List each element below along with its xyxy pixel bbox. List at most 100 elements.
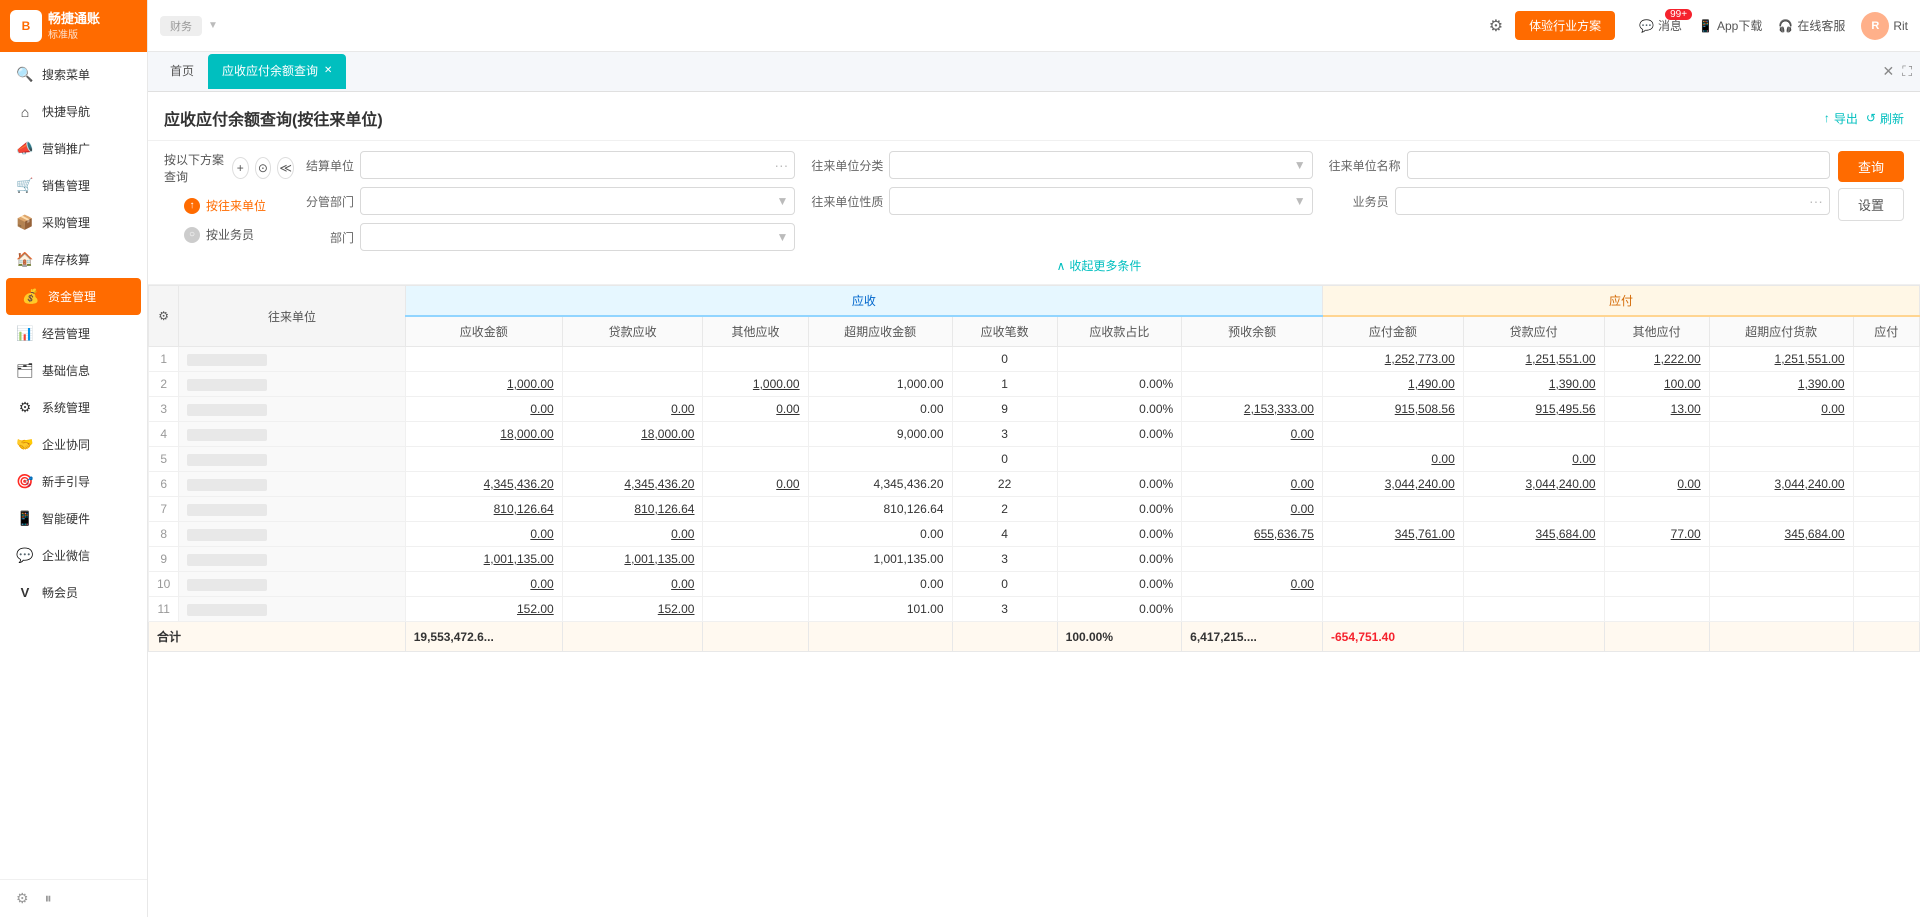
table-cell[interactable]: 0.00: [1182, 422, 1323, 447]
table-cell[interactable]: 0.00: [1604, 472, 1709, 497]
user-menu[interactable]: R Rit: [1861, 12, 1908, 40]
table-cell[interactable]: 1,390.00: [1463, 372, 1604, 397]
table-cell[interactable]: 2,153,333.00: [1182, 397, 1323, 422]
tab-close-icon[interactable]: ✕: [324, 65, 332, 76]
sidebar-item-guide[interactable]: 🎯 新手引导: [0, 463, 147, 500]
sidebar-item-marketing[interactable]: 📣 营销推广: [0, 130, 147, 167]
unit-category-select[interactable]: ▼: [889, 151, 1312, 179]
table-cell: [1709, 547, 1853, 572]
sidebar-item-vip[interactable]: V 畅会员: [0, 574, 147, 611]
table-cell[interactable]: 0.00: [405, 397, 562, 422]
table-col-header: 应收金额 贷款应收 其他应收 超期应收金额 应收笔数 应收款占比 预收余额 应付…: [149, 316, 1920, 347]
table-cell[interactable]: 0.00: [405, 522, 562, 547]
filter-collapse-btn[interactable]: ≪: [277, 157, 294, 179]
query-button[interactable]: 查询: [1838, 151, 1904, 182]
table-cell[interactable]: 4,345,436.20: [562, 472, 703, 497]
table-cell[interactable]: 100.00: [1604, 372, 1709, 397]
table-cell[interactable]: 915,508.56: [1322, 397, 1463, 422]
table-cell[interactable]: 1,000.00: [405, 372, 562, 397]
refresh-button[interactable]: ↺ 刷新: [1866, 110, 1904, 127]
table-cell[interactable]: 810,126.64: [405, 497, 562, 522]
table-cell[interactable]: 0.00: [1322, 447, 1463, 472]
table-cell[interactable]: 810,126.64: [562, 497, 703, 522]
unit-name-input[interactable]: [1407, 151, 1830, 179]
table-cell[interactable]: 0.00: [405, 572, 562, 597]
collapse-sidebar-icon[interactable]: ⏸: [45, 890, 52, 907]
dept-field: 部门 ▼: [294, 223, 795, 251]
table-cell[interactable]: 0.00: [703, 397, 808, 422]
table-cell[interactable]: 1,001,135.00: [562, 547, 703, 572]
table-cell[interactable]: 1,390.00: [1709, 372, 1853, 397]
sidebar-item-system[interactable]: ⚙ 系统管理: [0, 389, 147, 426]
table-cell[interactable]: 77.00: [1604, 522, 1709, 547]
tab-ar-ap-query[interactable]: 应收应付余额查询 ✕: [208, 54, 346, 89]
dept-label: 部门: [294, 229, 354, 246]
promo-button[interactable]: 体验行业方案: [1515, 11, 1615, 40]
table-cell[interactable]: 0.00: [1182, 472, 1323, 497]
table-cell[interactable]: 18,000.00: [405, 422, 562, 447]
table-cell[interactable]: 1,251,551.00: [1709, 347, 1853, 372]
filter-settings-btn[interactable]: ⊙: [255, 157, 272, 179]
table-cell[interactable]: 915,495.56: [1463, 397, 1604, 422]
table-cell[interactable]: 4,345,436.20: [405, 472, 562, 497]
tab-close-window-icon[interactable]: ✕: [1882, 63, 1894, 80]
sidebar-item-hardware[interactable]: 📱 智能硬件: [0, 500, 147, 537]
table-cell[interactable]: 1,252,773.00: [1322, 347, 1463, 372]
unit-nature-select[interactable]: ▼: [889, 187, 1312, 215]
set-button[interactable]: 设置: [1838, 188, 1904, 221]
table-cell[interactable]: 0.00: [703, 472, 808, 497]
topbar-settings-icon[interactable]: ⚙: [1485, 12, 1507, 40]
salesperson-input[interactable]: ···: [1395, 187, 1830, 215]
table-cell[interactable]: 345,684.00: [1463, 522, 1604, 547]
table-cell[interactable]: 0.00: [1182, 572, 1323, 597]
table-cell[interactable]: 0.00: [1463, 447, 1604, 472]
tab-maximize-icon[interactable]: ⛶: [1902, 63, 1912, 80]
table-cell[interactable]: 152.00: [405, 597, 562, 622]
settings-footer-icon[interactable]: ⚙: [16, 890, 29, 907]
sidebar-item-basic-info[interactable]: 🗂 基础信息: [0, 352, 147, 389]
table-cell[interactable]: 345,684.00: [1709, 522, 1853, 547]
data-table: ⚙ 往来单位 应收 应付 应收金额 贷款应收 其他应收 超期应收金额 应收笔数 …: [148, 285, 1920, 652]
table-cell[interactable]: 152.00: [562, 597, 703, 622]
table-cell[interactable]: 3,044,240.00: [1463, 472, 1604, 497]
collapse-filter-btn[interactable]: ∧ 收起更多条件: [294, 257, 1904, 274]
table-cell[interactable]: 1,001,135.00: [405, 547, 562, 572]
table-cell[interactable]: 0.00: [1182, 497, 1323, 522]
table-cell[interactable]: 345,761.00: [1322, 522, 1463, 547]
filter-add-btn[interactable]: +: [232, 157, 249, 179]
tab-home[interactable]: 首页: [156, 54, 208, 89]
message-btn[interactable]: 💬 消息 99+: [1639, 17, 1682, 34]
sidebar-item-cooperation[interactable]: 🤝 企业协同: [0, 426, 147, 463]
online-service-btn[interactable]: 🎧 在线客服: [1778, 17, 1845, 34]
sidebar-item-search-menu[interactable]: 🔍 搜索菜单: [0, 56, 147, 93]
sidebar-item-purchase[interactable]: 📦 采购管理: [0, 204, 147, 241]
table-cell[interactable]: 1,000.00: [703, 372, 808, 397]
table-cell[interactable]: 3,044,240.00: [1322, 472, 1463, 497]
table-cell[interactable]: 655,636.75: [1182, 522, 1323, 547]
table-cell[interactable]: 0.00: [1709, 397, 1853, 422]
app-download-btn[interactable]: 📱 App下载: [1698, 17, 1762, 34]
settlement-unit-input[interactable]: ···: [360, 151, 795, 179]
table-cell[interactable]: 18,000.00: [562, 422, 703, 447]
dept-manage-select[interactable]: ▼: [360, 187, 795, 215]
table-cell[interactable]: 13.00: [1604, 397, 1709, 422]
table-cell[interactable]: 1,222.00: [1604, 347, 1709, 372]
sidebar-item-sales[interactable]: 🛒 销售管理: [0, 167, 147, 204]
table-cell[interactable]: 1,251,551.00: [1463, 347, 1604, 372]
filter-nav-by-unit[interactable]: ↑ 按往来单位: [176, 193, 294, 218]
sidebar-item-finance[interactable]: 💰 资金管理: [6, 278, 141, 315]
table-cell[interactable]: 1,490.00: [1322, 372, 1463, 397]
sidebar-item-quick-nav[interactable]: ⌂ 快捷导航: [0, 93, 147, 130]
table-cell[interactable]: 0.00: [562, 397, 703, 422]
sidebar-item-inventory[interactable]: 🏠 库存核算: [0, 241, 147, 278]
table-settings-icon[interactable]: ⚙: [158, 309, 169, 323]
sidebar-item-wechat[interactable]: 💬 企业微信: [0, 537, 147, 574]
filter-nav-by-staff[interactable]: ○ 按业务员: [176, 222, 294, 247]
sidebar-item-operations[interactable]: 📊 经营管理: [0, 315, 147, 352]
table-cell[interactable]: 0.00: [562, 572, 703, 597]
export-button[interactable]: ↑ 导出: [1824, 110, 1858, 127]
dept-select[interactable]: ▼: [360, 223, 795, 251]
table-cell[interactable]: 0.00: [562, 522, 703, 547]
table-cell[interactable]: 3,044,240.00: [1709, 472, 1853, 497]
th-settings[interactable]: ⚙: [149, 286, 179, 347]
